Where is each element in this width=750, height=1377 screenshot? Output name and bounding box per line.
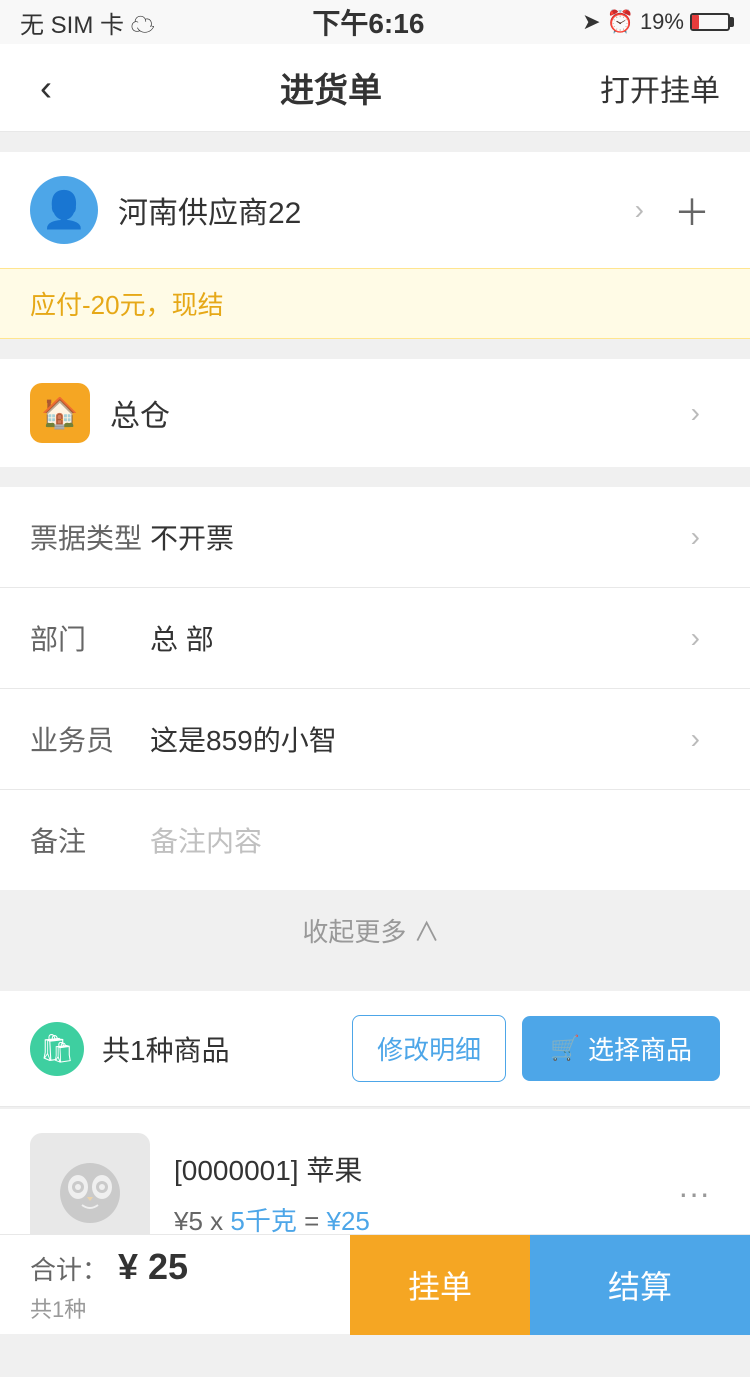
remark-label: 备注: [30, 820, 150, 860]
warehouse-icon-wrap: 🏠: [30, 383, 90, 443]
invoice-label: 票据类型: [30, 517, 150, 557]
alarm-icon: ⏰: [607, 9, 634, 35]
status-right: ➤ ⏰ 19%: [582, 9, 730, 35]
price-x: x: [210, 1206, 230, 1236]
dept-row[interactable]: 部门 总 部 ›: [0, 588, 750, 688]
location-icon: ➤: [582, 9, 600, 35]
select-product-icon: 🛒: [550, 1034, 580, 1063]
product-info: [0000001] 苹果 ¥5 x 5千克 = ¥25: [174, 1149, 668, 1238]
total-label: 合计：: [30, 1250, 108, 1287]
select-product-button[interactable]: 🛒 选择商品: [522, 1016, 720, 1081]
collapse-label: 收起更多 ∧: [302, 912, 439, 949]
sales-value: 这是859的小智: [150, 719, 691, 759]
total-sub: 共1种: [30, 1292, 320, 1324]
price-total: ¥25: [327, 1206, 370, 1236]
person-icon: 👤: [42, 189, 87, 231]
back-button[interactable]: ‹: [30, 57, 62, 119]
product-thumb-owl: [50, 1153, 130, 1233]
warehouse-chevron-icon: ›: [691, 397, 700, 429]
products-header: 🛍 共1种商品 修改明细 🛒 选择商品: [0, 991, 750, 1106]
footer: 合计： ¥ 25 共1种 挂单 结算: [0, 1234, 750, 1334]
notice-bar: 应付-20元，现结: [0, 268, 750, 339]
price-base: ¥5: [174, 1206, 203, 1236]
nav-bar: ‹ 进货单 打开挂单: [0, 44, 750, 132]
product-more-button[interactable]: ···: [668, 1165, 720, 1222]
footer-total: 合计： ¥ 25 共1种: [0, 1246, 350, 1324]
supplier-section: 👤 河南供应商22 › ＋ 应付-20元，现结: [0, 152, 750, 339]
warehouse-icon: 🏠: [41, 396, 78, 431]
total-amount: ¥ 25: [118, 1246, 188, 1288]
dept-chevron-icon: ›: [691, 622, 700, 654]
add-button[interactable]: ＋: [664, 184, 720, 236]
sales-label: 业务员: [30, 719, 150, 759]
sales-chevron-icon: ›: [691, 723, 700, 755]
edit-detail-button[interactable]: 修改明细: [352, 1015, 506, 1082]
chevron-right-icon: ›: [635, 194, 644, 226]
supplier-name: 河南供应商22: [118, 188, 635, 232]
status-time: 下午6:16: [312, 2, 424, 42]
product-price: ¥5 x 5千克 = ¥25: [174, 1201, 668, 1238]
separator-4: [0, 971, 750, 991]
supplier-row[interactable]: 👤 河南供应商22 › ＋: [0, 152, 750, 268]
collapse-bar[interactable]: 收起更多 ∧: [0, 890, 750, 971]
open-pending-button[interactable]: 打开挂单: [600, 66, 720, 110]
supplier-avatar: 👤: [30, 176, 98, 244]
status-left: 无 SIM 卡 ☁: [20, 5, 155, 40]
sales-row[interactable]: 业务员 这是859的小智 ›: [0, 689, 750, 789]
page-title: 进货单: [280, 63, 382, 112]
separator-1: [0, 132, 750, 152]
footer-total-main: 合计： ¥ 25: [30, 1246, 320, 1288]
select-product-label: 选择商品: [588, 1030, 692, 1067]
warehouse-section[interactable]: 🏠 总仓 ›: [0, 359, 750, 467]
product-name: [0000001] 苹果: [174, 1149, 668, 1189]
dept-value: 总 部: [150, 618, 691, 658]
warehouse-name: 总仓: [110, 391, 691, 435]
battery-percent: 19%: [640, 9, 684, 35]
separator-3: [0, 467, 750, 487]
products-header-row: 🛍 共1种商品 修改明细 🛒 选择商品: [0, 991, 750, 1106]
remark-row[interactable]: 备注 备注内容: [0, 790, 750, 890]
invoice-chevron-icon: ›: [691, 521, 700, 553]
sep-line-4: [0, 1106, 750, 1107]
hang-button[interactable]: 挂单: [350, 1235, 530, 1335]
price-qty: 5千克: [230, 1206, 296, 1236]
status-bar: 无 SIM 卡 ☁ 下午6:16 ➤ ⏰ 19%: [0, 0, 750, 44]
notice-text: 应付-20元，现结: [30, 290, 224, 320]
sim-label: 无 SIM 卡 ☁: [20, 5, 155, 40]
battery-icon: [690, 13, 730, 31]
dept-label: 部门: [30, 618, 150, 658]
separator-2: [0, 339, 750, 359]
invoice-row[interactable]: 票据类型 不开票 ›: [0, 487, 750, 587]
warehouse-row[interactable]: 🏠 总仓 ›: [0, 359, 750, 467]
products-icon-wrap: 🛍: [30, 1022, 84, 1076]
remark-input[interactable]: 备注内容: [150, 820, 720, 860]
invoice-value: 不开票: [150, 517, 691, 557]
cart-icon: 🛍: [39, 1032, 75, 1065]
checkout-button[interactable]: 结算: [530, 1235, 750, 1335]
price-eq: =: [304, 1206, 326, 1236]
form-section: 票据类型 不开票 › 部门 总 部 › 业务员 这是859的小智 › 备注 备注…: [0, 487, 750, 890]
product-count-text: 共1种商品: [102, 1029, 352, 1069]
